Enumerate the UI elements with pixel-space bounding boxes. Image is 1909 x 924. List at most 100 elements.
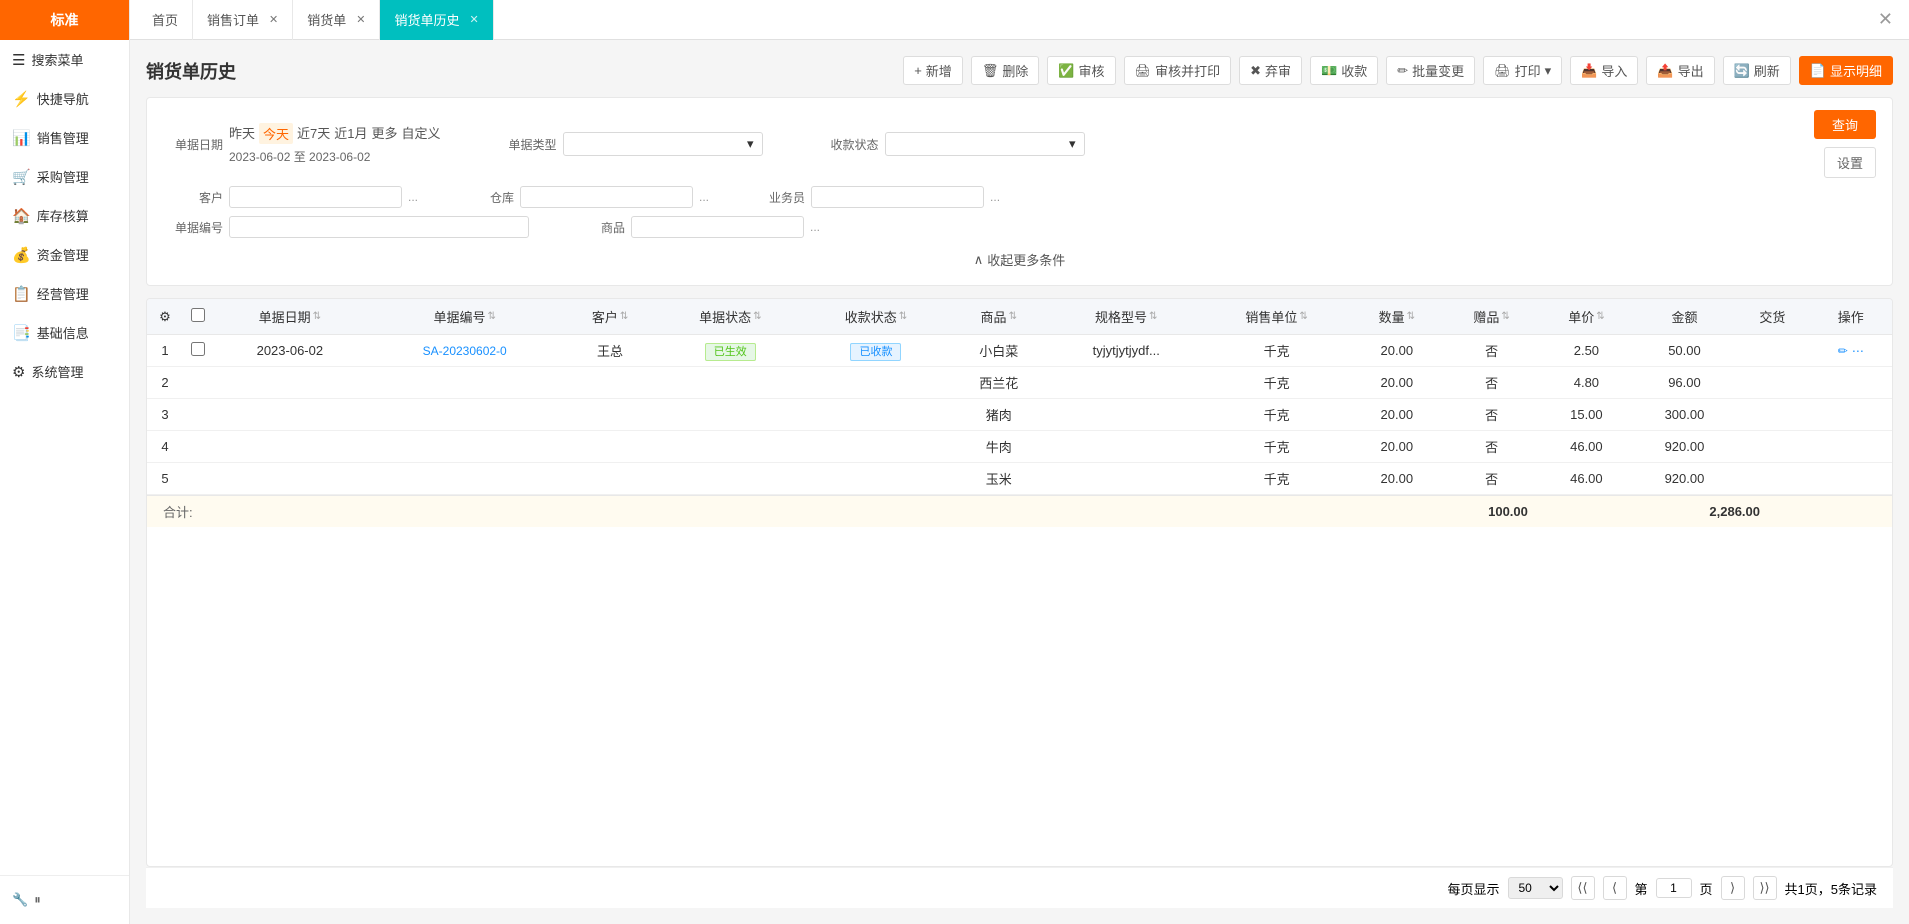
filter-customer-input[interactable] [229,186,402,208]
doc-status-badge: 已生效 [705,343,756,361]
print-button[interactable]: 🖨 打印 ▾ [1483,56,1562,85]
date-tag-yesterday[interactable]: 昨天 [229,123,255,144]
filter-setting-button[interactable]: 设置 [1824,147,1876,178]
table-row: 4牛肉千克20.00否46.00920.00 [147,431,1892,463]
cell-spec [1049,367,1204,399]
tab-sales-order-close[interactable]: ✕ [269,13,278,26]
search-button[interactable]: 查询 [1814,110,1876,139]
col-qty[interactable]: 数量⇅ [1349,299,1444,335]
refresh-icon: 🔄 [1734,63,1750,79]
collapse-filter-button[interactable]: ∧ 收起更多条件 [163,246,1876,273]
audit-print-icon: 🖨 [1135,63,1152,79]
show-details-button[interactable]: 📄 显示明细 [1799,56,1893,85]
doc-no-link[interactable]: SA-20230602-0 [423,344,507,358]
filter-warehouse-input[interactable] [520,186,693,208]
sidebar-item-basic-info[interactable]: 📑 基础信息 [0,313,129,352]
finance-icon: 💰 [12,246,31,264]
total-amount: 2,286.00 [1680,504,1760,519]
page-last-btn[interactable]: ⟩⟩ [1753,876,1777,900]
cell-doc-no [367,399,563,431]
batch-change-button[interactable]: ✏ 批量变更 [1386,56,1475,85]
tab-sales-history[interactable]: 销货单历史 ✕ [380,0,493,40]
cell-transaction [1735,335,1809,367]
abandon-button[interactable]: ✖ 弃审 [1239,56,1302,85]
col-unit[interactable]: 销售单位⇅ [1204,299,1350,335]
page-header: 销货单历史 + 新增 🗑 删除 ✅ 审核 🖨 审核并打印 [146,56,1893,85]
sidebar-item-quick-nav[interactable]: ⚡ 快捷导航 [0,79,129,118]
filter-type-select[interactable]: ▾ [563,132,763,156]
col-spec[interactable]: 规格型号⇅ [1049,299,1204,335]
col-goods[interactable]: 商品⇅ [949,299,1049,335]
cell-spec: tyjytjytjydf... [1049,335,1204,367]
cell-customer [563,431,658,463]
filter-goods-input[interactable] [631,216,804,238]
staff-ellipsis[interactable]: ... [990,190,1000,204]
date-tag-today[interactable]: 今天 [259,123,293,144]
refresh-button[interactable]: 🔄 刷新 [1723,56,1791,85]
col-gear[interactable]: ⚙ [147,299,183,335]
col-price[interactable]: 单价⇅ [1539,299,1634,335]
export-button[interactable]: 📤 导出 [1646,56,1714,85]
col-payment-status[interactable]: 收款状态⇅ [803,299,949,335]
customer-ellipsis[interactable]: ... [408,190,418,204]
edit-action-btn[interactable]: ✏ [1838,344,1848,358]
table-row: 2西兰花千克20.00否4.8096.00 [147,367,1892,399]
date-tag-7days[interactable]: 近7天 [297,123,330,144]
date-tag-more[interactable]: 更多 [372,123,398,144]
sidebar-logo: 标准 [0,0,129,40]
new-button[interactable]: + 新增 [903,56,963,85]
sidebar-settings-btn[interactable]: 🔧 ⏸ [0,884,129,916]
col-doc-no[interactable]: 单据编号⇅ [367,299,563,335]
filter-docno-input[interactable] [229,216,529,238]
pagination-bar: 每页显示 50 100 200 ⟨⟨ ⟨ 第 页 ⟩ ⟩⟩ 共1页，5条记录 [146,867,1893,908]
col-customer[interactable]: 客户⇅ [563,299,658,335]
filter-payment-select[interactable]: ▾ [885,132,1085,156]
tab-sales-order-label: 销售订单 [207,10,259,29]
select-all-checkbox[interactable] [191,308,205,322]
col-doc-status[interactable]: 单据状态⇅ [657,299,803,335]
cell-checkbox [183,399,213,431]
import-button[interactable]: 📥 导入 [1570,56,1638,85]
row-checkbox[interactable] [191,342,205,356]
sidebar-item-purchase-mgmt[interactable]: 🛒 采购管理 [0,157,129,196]
warehouse-ellipsis[interactable]: ... [699,190,709,204]
sidebar-item-finance-mgmt[interactable]: 💰 资金管理 [0,235,129,274]
tab-close-all-btn[interactable]: ✕ [1870,9,1901,30]
collect-button[interactable]: 💵 收款 [1310,56,1378,85]
sidebar-item-inventory[interactable]: 🏠 库存核算 [0,196,129,235]
page-prev-btn[interactable]: ⟨ [1603,876,1627,900]
date-tag-custom[interactable]: 自定义 [402,123,441,144]
more-action-btn[interactable]: ⋯ [1852,344,1864,358]
col-doc-date[interactable]: 单据日期⇅ [213,299,367,335]
audit-print-button[interactable]: 🖨 审核并打印 [1124,56,1232,85]
tab-sales-goods[interactable]: 销货单 ✕ [293,0,380,40]
audit-button[interactable]: ✅ 审核 [1047,56,1115,85]
sidebar-item-operations-mgmt[interactable]: 📋 经营管理 [0,274,129,313]
page-first-btn[interactable]: ⟨⟨ [1571,876,1595,900]
tab-home[interactable]: 首页 [138,0,193,40]
tab-sales-history-close[interactable]: ✕ [470,13,479,26]
sidebar-item-system-mgmt[interactable]: ⚙ 系统管理 [0,352,129,391]
delete-button[interactable]: 🗑 删除 [971,56,1040,85]
cell-doc-date [213,399,367,431]
goods-ellipsis[interactable]: ... [810,220,820,234]
col-gift[interactable]: 赠品⇅ [1444,299,1539,335]
sidebar-item-sales-mgmt[interactable]: 📊 销售管理 [0,118,129,157]
page-number-input[interactable] [1656,878,1692,898]
tab-sales-order[interactable]: 销售订单 ✕ [193,0,293,40]
cell-checkbox [183,431,213,463]
page-next-btn[interactable]: ⟩ [1721,876,1745,900]
sort-doc-status: ⇅ [753,311,761,322]
cell-qty: 20.00 [1349,335,1444,367]
basic-info-icon: 📑 [12,324,31,342]
cell-doc-no [367,367,563,399]
sort-gift: ⇅ [1501,311,1509,322]
date-tag-1month[interactable]: 近1月 [334,123,367,144]
filter-type-label: 单据类型 [497,136,557,153]
page-size-select[interactable]: 50 100 200 [1508,877,1563,899]
tab-bar: 首页 销售订单 ✕ 销货单 ✕ 销货单历史 ✕ ✕ [130,0,1909,40]
sidebar-item-search-menu[interactable]: ☰ 搜索菜单 [0,40,129,79]
filter-staff-input[interactable] [811,186,984,208]
sort-spec: ⇅ [1149,311,1157,322]
tab-sales-goods-close[interactable]: ✕ [356,13,365,26]
